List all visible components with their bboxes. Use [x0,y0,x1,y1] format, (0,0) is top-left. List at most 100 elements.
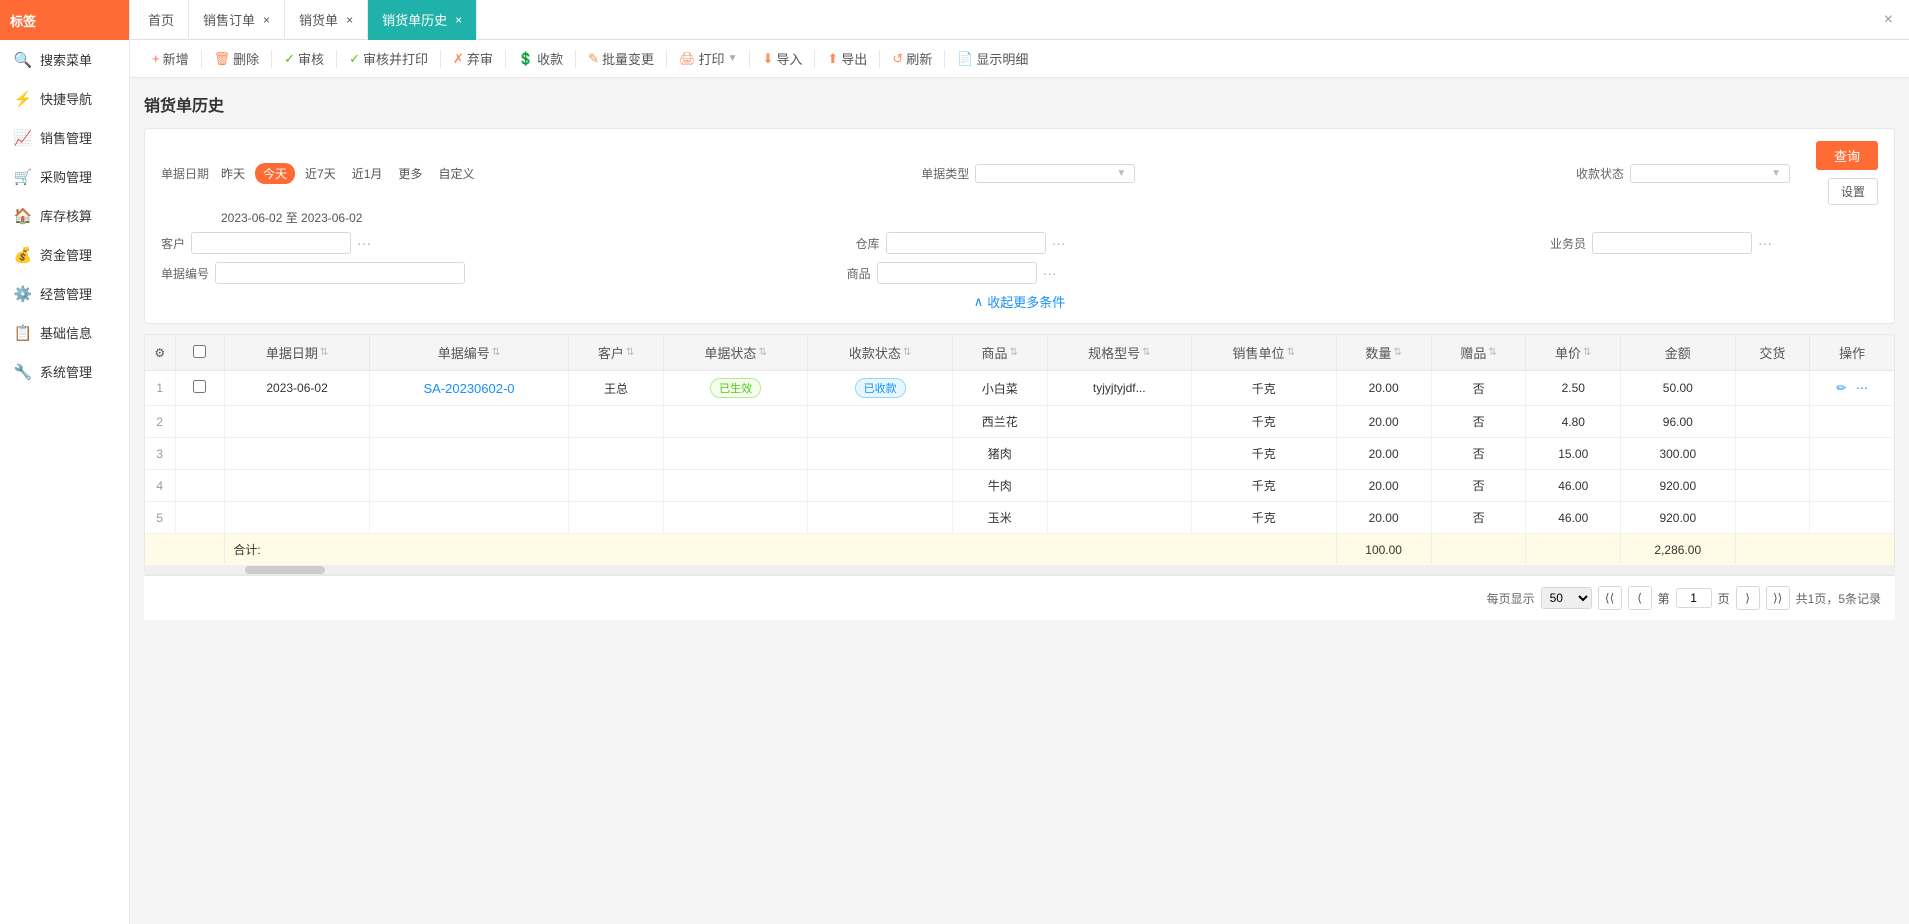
total-label-text: 合计: [225,534,1336,566]
prev-page-btn[interactable]: ⟨ [1628,586,1652,610]
close-tab-sales-goods[interactable]: × [346,13,353,27]
filter-row-2: 客户 ··· 仓库 ··· 业务员 ··· [161,232,1878,254]
row-docnum-1[interactable]: SA-20230602-0 [369,371,568,406]
goods-input[interactable] [877,262,1037,284]
abandon-button[interactable]: ✗ 弃审 [445,46,501,71]
audit-print-button[interactable]: ✓ 审核并打印 [341,46,436,71]
edit-btn-1[interactable]: ✏ [1836,381,1846,395]
abandon-icon: ✗ [453,51,464,67]
date-btn-yesterday[interactable]: 昨天 [215,163,251,184]
tab-sales-history[interactable]: 销货单历史 × [368,0,477,40]
refresh-button[interactable]: ↺ 刷新 [884,46,940,71]
date-btn-more[interactable]: 更多 [392,163,428,184]
customer-input[interactable] [191,232,351,254]
show-detail-button[interactable]: 📄 显示明细 [949,46,1036,71]
page-number-input[interactable] [1676,588,1712,608]
col-gift[interactable]: 赠品⇅ [1431,335,1526,371]
delete-button[interactable]: 🗑 删除 [206,46,268,71]
row-check-3[interactable] [175,438,225,470]
sidebar-item-ops[interactable]: ⚙️ 经营管理 [0,274,129,313]
col-sales-unit[interactable]: 销售单位⇅ [1192,335,1336,371]
col-unit-price[interactable]: 单价⇅ [1526,335,1621,371]
doc-type-select[interactable]: ▼ [975,164,1135,183]
select-all-checkbox[interactable] [193,345,206,358]
row-num-3: 3 [145,438,175,470]
sidebar-item-quicknav[interactable]: ⚡ 快捷导航 [0,79,129,118]
next-page-btn[interactable]: ⟩ [1736,586,1760,610]
date-btn-7days[interactable]: 近7天 [299,163,342,184]
row-check-5[interactable] [175,502,225,534]
table-header-row: ⚙ 单据日期⇅ 单据编号⇅ 客户⇅ 单据状态⇅ [145,335,1894,371]
col-spec[interactable]: 规格型号⇅ [1047,335,1191,371]
col-doc-date[interactable]: 单据日期⇅ [225,335,369,371]
print-button[interactable]: 🖨 打印 ▼ [671,46,745,71]
collect-icon: 💲 [518,51,534,67]
customer-ellipsis[interactable]: ··· [357,235,371,251]
table-row: 5 玉米 千克 20.00 否 46.00 920.00 [145,502,1894,534]
row-check-1[interactable] [175,371,225,406]
row-num-4: 4 [145,470,175,502]
page-label: 第 [1658,590,1670,607]
sysmgmt-icon: 🔧 [14,363,32,381]
sidebar-item-search[interactable]: 🔍 搜索菜单 [0,40,129,79]
sidebar-item-inventory[interactable]: 🏠 库存核算 [0,196,129,235]
sidebar-item-fund[interactable]: 💰 资金管理 [0,235,129,274]
first-page-btn[interactable]: ⟨⟨ [1598,586,1622,610]
col-doc-status[interactable]: 单据状态⇅ [663,335,807,371]
warehouse-input[interactable] [886,232,1046,254]
sidebar-logo: 标签 [0,0,129,40]
goods-ellipsis[interactable]: ··· [1043,265,1057,281]
collect-status-select[interactable]: ▼ [1630,164,1790,183]
col-quantity[interactable]: 数量⇅ [1336,335,1431,371]
sidebar-item-sysmgmt[interactable]: 🔧 系统管理 [0,352,129,391]
sidebar-item-sales[interactable]: 📈 销售管理 [0,118,129,157]
salesperson-ellipsis[interactable]: ··· [1758,235,1772,251]
row-check-2[interactable] [175,406,225,438]
row-goods-4: 牛肉 [952,470,1047,502]
collectstatus-dropdown-icon: ▼ [1771,168,1781,179]
close-tab-sales-order[interactable]: × [263,13,270,27]
more-btn-1[interactable]: ⋯ [1856,381,1868,395]
table-settings-header[interactable]: ⚙ [145,335,175,371]
export-icon: ⬆ [827,51,838,67]
sidebar-item-basic[interactable]: 📋 基础信息 [0,313,129,352]
date-btn-today[interactable]: 今天 [255,163,295,184]
query-button[interactable]: 查询 [1816,141,1878,170]
row-unitprice-3: 15.00 [1526,438,1621,470]
table-row: 3 猪肉 千克 20.00 否 15.00 300.00 [145,438,1894,470]
row-collectstatus-4 [808,470,952,502]
date-btn-custom[interactable]: 自定义 [432,163,480,184]
total-pages-info: 共1页，5条记录 [1796,590,1881,607]
set-button[interactable]: 设置 [1828,178,1878,205]
tab-home[interactable]: 首页 [134,0,189,40]
sidebar-item-purchase[interactable]: 🛒 采购管理 [0,157,129,196]
salesperson-input[interactable] [1592,232,1752,254]
horizontal-scrollbar[interactable] [145,566,1894,574]
export-button[interactable]: ⬆ 导出 [819,46,875,71]
date-btn-1month[interactable]: 近1月 [346,163,389,184]
col-goods[interactable]: 商品⇅ [952,335,1047,371]
col-doc-num[interactable]: 单据编号⇅ [369,335,568,371]
col-collect-status[interactable]: 收款状态⇅ [808,335,952,371]
batch-change-button[interactable]: ✎ 批量变更 [580,46,662,71]
tab-sales-goods[interactable]: 销货单 × [285,0,368,40]
tab-sales-order[interactable]: 销售订单 × [189,0,285,40]
row-operation-3 [1810,438,1894,470]
last-page-btn[interactable]: ⟩⟩ [1766,586,1790,610]
audit-button[interactable]: ✓ 审核 [276,46,332,71]
col-customer[interactable]: 客户⇅ [569,335,664,371]
print-dropdown-icon: ▼ [728,53,738,64]
close-all-tabs[interactable]: × [1872,11,1905,29]
row-check-4[interactable] [175,470,225,502]
collapse-button[interactable]: ∧ 收起更多条件 [161,292,1878,311]
import-button[interactable]: ⬇ 导入 [754,46,810,71]
close-tab-sales-history[interactable]: × [455,13,462,27]
warehouse-ellipsis[interactable]: ··· [1052,235,1066,251]
docnum-input[interactable] [215,262,465,284]
row-amount-1: 50.00 [1621,371,1735,406]
new-button[interactable]: + 新增 [144,46,197,71]
scrollbar-thumb[interactable] [245,566,325,574]
collect-button[interactable]: 💲 收款 [510,46,571,71]
table-check-header[interactable] [175,335,225,371]
page-size-select[interactable]: 50 100 200 [1541,587,1592,609]
